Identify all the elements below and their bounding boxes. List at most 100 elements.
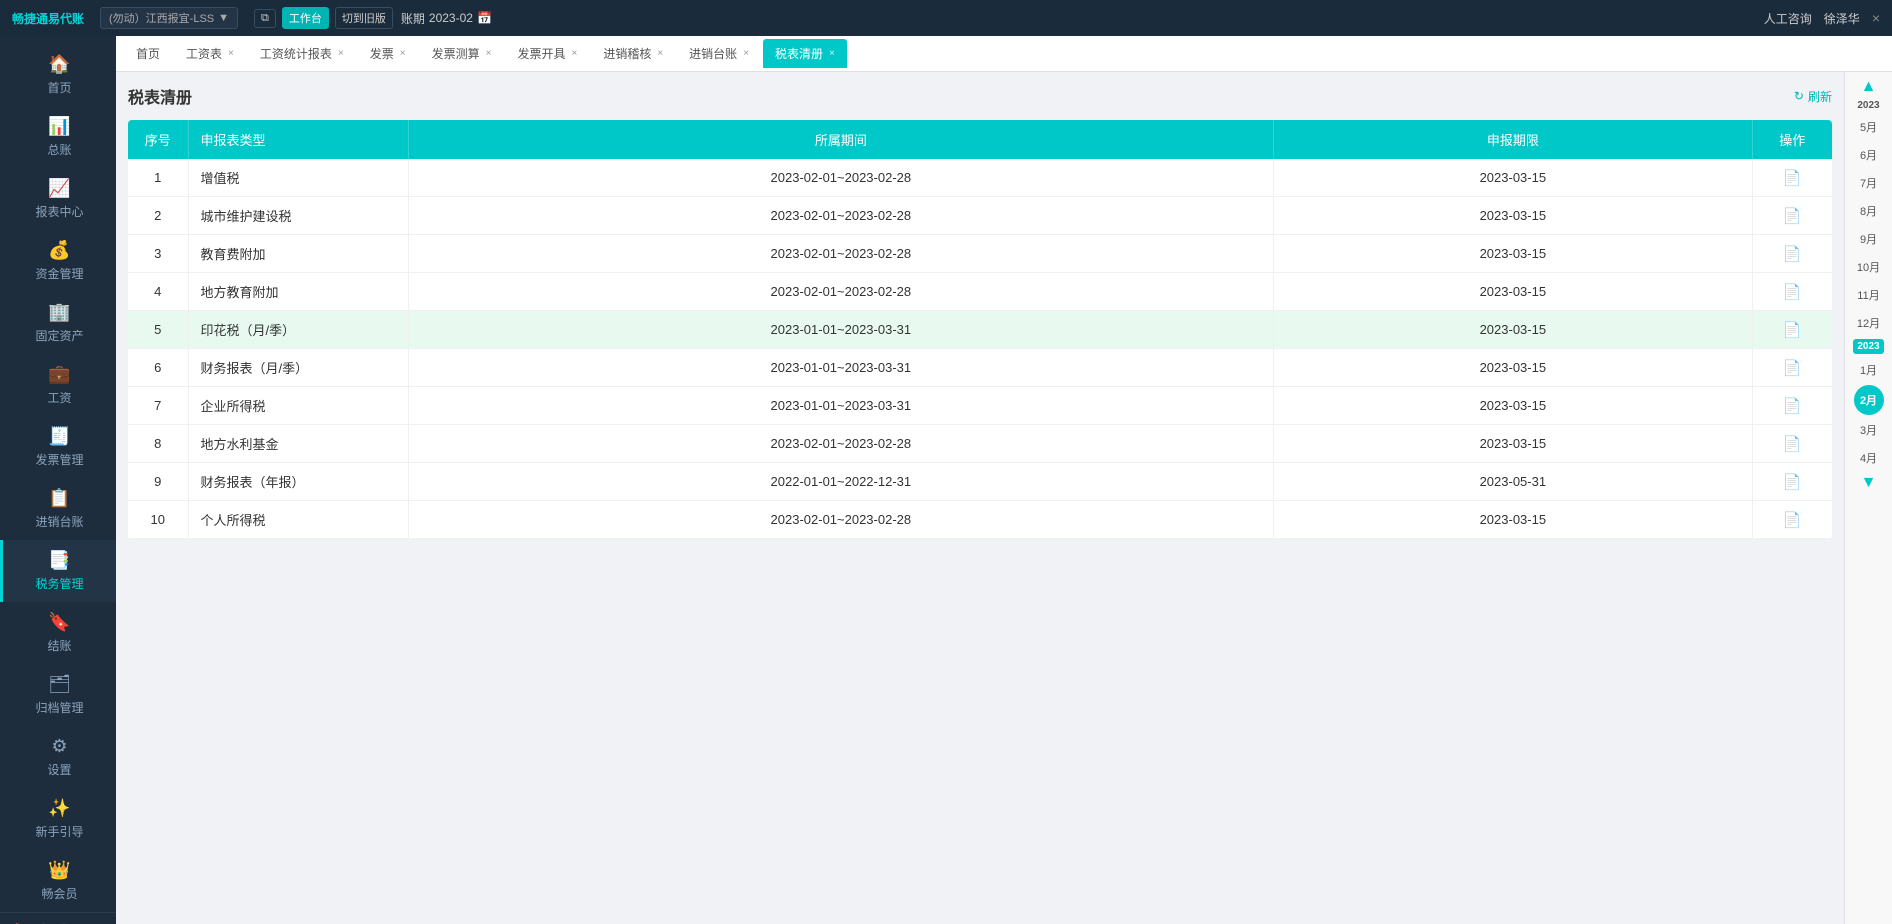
calendar-icon[interactable]: 📅 — [477, 11, 492, 25]
refresh-button[interactable]: ↻ 刷新 — [1794, 88, 1832, 105]
tab-close-payroll[interactable]: × — [228, 48, 234, 59]
sidebar-label-reports: 报表中心 — [35, 203, 83, 220]
cell-index: 6 — [128, 349, 188, 387]
workbench-button[interactable]: 工作台 — [282, 7, 329, 29]
cell-action[interactable]: 📄 — [1752, 387, 1832, 425]
cal-down-button[interactable]: ▼ — [1859, 472, 1879, 494]
sidebar-item-member[interactable]: 👑畅会员 — [0, 850, 116, 912]
tab-purchase-ledger[interactable]: 进销台账× — [677, 39, 761, 68]
cal-month-9[interactable]: 9月 — [1851, 226, 1887, 252]
view-icon[interactable]: 📄 — [1783, 284, 1802, 301]
sidebar-item-ledger[interactable]: 📊总账 — [0, 106, 116, 168]
tab-invoice-open[interactable]: 发票开具× — [505, 39, 589, 68]
content-area: 首页工资表×工资统计报表×发票×发票测算×发票开具×进销稽核×进销台账×税表清册… — [116, 36, 1892, 924]
sidebar-icon-assets: 🏢 — [48, 302, 70, 323]
cell-action[interactable]: 📄 — [1752, 197, 1832, 235]
tab-close-invoice[interactable]: × — [400, 48, 406, 59]
cell-period: 2023-01-01~2023-03-31 — [408, 311, 1274, 349]
cell-action[interactable]: 📄 — [1752, 349, 1832, 387]
refresh-icon: ↻ — [1794, 89, 1804, 103]
sidebar-item-invoice-mgmt[interactable]: 🧾发票管理 — [0, 416, 116, 478]
tab-label-tax-list: 税表清册 — [775, 45, 823, 62]
sidebar-item-home[interactable]: 🏠首页 — [0, 44, 116, 106]
sidebar-item-guide[interactable]: ✨新手引导 — [0, 788, 116, 850]
sidebar-label-assets: 固定资产 — [35, 327, 83, 344]
tab-invoice[interactable]: 发票× — [358, 39, 418, 68]
view-icon[interactable]: 📄 — [1783, 512, 1802, 529]
tab-purchase-verify[interactable]: 进销稽核× — [591, 39, 675, 68]
tab-close-payroll-stats[interactable]: × — [338, 48, 344, 59]
tab-invoice-calc[interactable]: 发票测算× — [420, 39, 504, 68]
sidebar-label-archive: 归档管理 — [35, 699, 83, 716]
company-selector[interactable]: (勿动）江西报宜-LSS ▼ — [100, 7, 238, 29]
tab-close-purchase-ledger[interactable]: × — [743, 48, 749, 59]
cell-period: 2022-01-01~2022-12-31 — [408, 463, 1274, 501]
sidebar-item-purchase[interactable]: 📋进销台账 — [0, 478, 116, 540]
cell-action[interactable]: 📄 — [1752, 235, 1832, 273]
cal-month-10[interactable]: 10月 — [1851, 254, 1887, 280]
table-header-row: 序号 申报表类型 所属期间 申报期限 操作 — [128, 120, 1832, 159]
cal-month-11[interactable]: 11月 — [1851, 282, 1887, 308]
col-action: 操作 — [1752, 120, 1832, 159]
ai-consult-button[interactable]: 人工咨询 — [1764, 10, 1812, 27]
sidebar-label-guide: 新手引导 — [35, 823, 83, 840]
tab-payroll-stats[interactable]: 工资统计报表× — [248, 39, 356, 68]
sidebar-item-assets[interactable]: 🏢 固定资产 — [0, 292, 116, 354]
sidebar-item-funds[interactable]: 💰资金管理 — [0, 230, 116, 292]
cell-index: 5 — [128, 311, 188, 349]
sidebar-item-settle[interactable]: 🔖结账 — [0, 602, 116, 664]
table-row: 9 财务报表（年报） 2022-01-01~2022-12-31 2023-05… — [128, 463, 1832, 501]
switch-version-button[interactable]: 切到旧版 — [335, 7, 393, 29]
close-button[interactable]: × — [1872, 10, 1880, 26]
col-index: 序号 — [128, 120, 188, 159]
tab-tax-list[interactable]: 税表清册 × — [763, 39, 847, 68]
cal-month-2-active[interactable]: 2月 — [1854, 385, 1884, 415]
cal-month-12[interactable]: 12月 — [1851, 310, 1887, 336]
user-info[interactable]: 徐泽华 — [1824, 10, 1860, 27]
cal-up-button[interactable]: ▲ — [1859, 76, 1879, 98]
sidebar-item-reports[interactable]: 📈报表中心 — [0, 168, 116, 230]
tab-home[interactable]: 首页 — [124, 39, 172, 68]
cell-period: 2023-02-01~2023-02-28 — [408, 273, 1274, 311]
sidebar-pin-button[interactable]: 📌取消固定 — [0, 912, 116, 924]
view-icon[interactable]: 📄 — [1783, 436, 1802, 453]
sidebar-item-archive[interactable]: 🗂归档管理 — [0, 664, 116, 726]
cell-action[interactable]: 📄 — [1752, 501, 1832, 539]
view-icon[interactable]: 📄 — [1783, 360, 1802, 377]
view-icon[interactable]: 📄 — [1783, 246, 1802, 263]
cal-month-4[interactable]: 4月 — [1851, 445, 1887, 471]
cell-action[interactable]: 📄 — [1752, 159, 1832, 197]
cal-month-1[interactable]: 1月 — [1851, 357, 1887, 383]
sidebar-label-funds: 资金管理 — [35, 265, 83, 282]
cal-month-6[interactable]: 6月 — [1851, 142, 1887, 168]
cal-month-7[interactable]: 7月 — [1851, 170, 1887, 196]
view-icon[interactable]: 📄 — [1783, 208, 1802, 225]
view-icon[interactable]: 📄 — [1783, 398, 1802, 415]
cal-month-8[interactable]: 8月 — [1851, 198, 1887, 224]
cal-month-3[interactable]: 3月 — [1851, 417, 1887, 443]
tab-close-tax-list[interactable]: × — [829, 48, 835, 59]
view-icon[interactable]: 📄 — [1783, 170, 1802, 187]
cell-action[interactable]: 📄 — [1752, 273, 1832, 311]
view-icon[interactable]: 📄 — [1783, 322, 1802, 339]
sidebar-item-payroll[interactable]: 💼工资 — [0, 354, 116, 416]
sidebar-item-tax[interactable]: 📑税务管理 — [0, 540, 116, 602]
tab-close-purchase-verify[interactable]: × — [657, 48, 663, 59]
cal-month-5[interactable]: 5月 — [1851, 114, 1887, 140]
tab-close-invoice-calc[interactable]: × — [486, 48, 492, 59]
tab-close-invoice-open[interactable]: × — [571, 48, 577, 59]
cell-type: 地方教育附加 — [188, 273, 408, 311]
view-icon[interactable]: 📄 — [1783, 474, 1802, 491]
sidebar-icon-home: 🏠 — [48, 54, 70, 75]
copy-button[interactable]: ⧉ — [254, 9, 276, 28]
col-period: 所属期间 — [408, 120, 1274, 159]
sidebar-label-settings: 设置 — [47, 761, 71, 778]
period-display: 账期 2023-02 📅 — [401, 10, 492, 27]
company-dropdown-icon[interactable]: ▼ — [218, 12, 229, 24]
sidebar-item-settings[interactable]: ⚙设置 — [0, 726, 116, 788]
cal-year-2023-badge[interactable]: 2023 — [1853, 339, 1883, 354]
cell-action[interactable]: 📄 — [1752, 425, 1832, 463]
tab-payroll[interactable]: 工资表× — [174, 39, 246, 68]
cell-action[interactable]: 📄 — [1752, 311, 1832, 349]
cell-action[interactable]: 📄 — [1752, 463, 1832, 501]
